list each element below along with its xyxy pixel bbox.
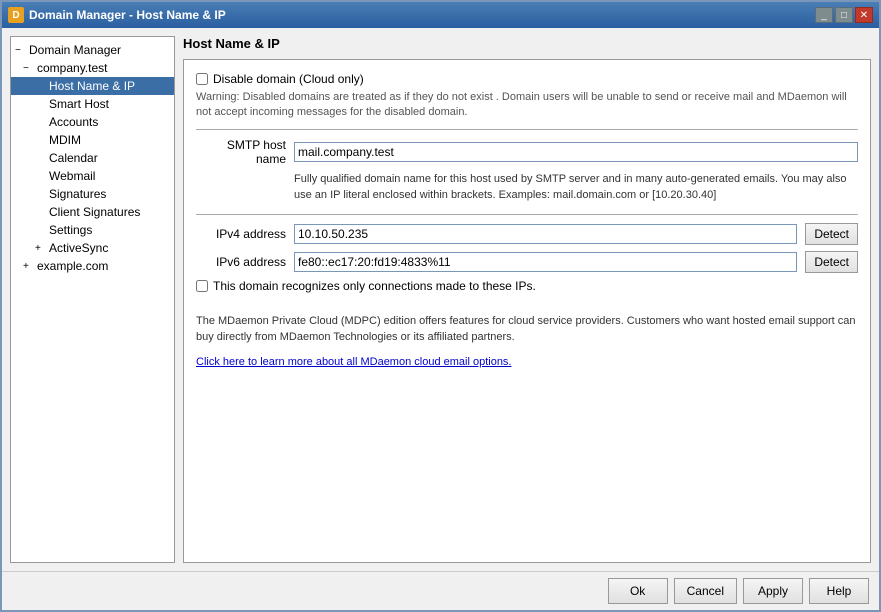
expander-icon: + (35, 243, 47, 254)
disable-domain-checkbox[interactable] (196, 73, 208, 85)
sidebar-label: company.test (37, 61, 107, 75)
smtp-host-input[interactable] (294, 142, 858, 162)
sidebar-tree: − Domain Manager − company.test Host Nam… (10, 36, 175, 563)
sidebar-label: Smart Host (49, 97, 109, 111)
bottom-bar: Ok Cancel Apply Help (2, 571, 879, 610)
expander-icon: + (23, 261, 35, 272)
sidebar-item-company-test[interactable]: − company.test (11, 59, 174, 77)
cloud-description-text: The MDaemon Private Cloud (MDPC) edition… (196, 313, 858, 346)
panel-title: Host Name & IP (183, 36, 871, 51)
expander-icon: − (15, 45, 27, 56)
ipv4-detect-button[interactable]: Detect (805, 223, 858, 245)
expander-icon (35, 225, 47, 236)
expander-icon (35, 81, 47, 92)
expander-icon (35, 171, 47, 182)
section-divider-1 (196, 129, 858, 130)
help-button[interactable]: Help (809, 578, 869, 604)
sidebar-label: Domain Manager (29, 43, 121, 57)
minimize-button[interactable]: _ (815, 7, 833, 23)
warning-text: Warning: Disabled domains are treated as… (196, 90, 858, 121)
content-area: − Domain Manager − company.test Host Nam… (2, 28, 879, 571)
sidebar-label: Webmail (49, 169, 95, 183)
sidebar-item-activesync[interactable]: + ActiveSync (11, 239, 174, 257)
sidebar-label: Signatures (49, 187, 106, 201)
sidebar-label: ActiveSync (49, 241, 108, 255)
sidebar-item-domain-manager[interactable]: − Domain Manager (11, 41, 174, 59)
expander-icon (35, 117, 47, 128)
expander-icon (35, 153, 47, 164)
section-divider-2 (196, 214, 858, 215)
cloud-link[interactable]: Click here to learn more about all MDaem… (196, 356, 512, 368)
sidebar-item-webmail[interactable]: Webmail (11, 167, 174, 185)
ipv6-detect-button[interactable]: Detect (805, 251, 858, 273)
sidebar-item-host-name-ip[interactable]: Host Name & IP (11, 77, 174, 95)
smtp-host-label: SMTP host name (196, 138, 286, 166)
disable-domain-row: Disable domain (Cloud only) (196, 72, 858, 86)
smtp-host-row: SMTP host name (196, 138, 858, 166)
sidebar-label: Host Name & IP (49, 79, 135, 93)
connect-only-label: This domain recognizes only connections … (213, 279, 536, 293)
sidebar-label: example.com (37, 259, 108, 273)
apply-button[interactable]: Apply (743, 578, 803, 604)
sidebar-item-smart-host[interactable]: Smart Host (11, 95, 174, 113)
title-bar: D Domain Manager - Host Name & IP _ □ ✕ (2, 2, 879, 28)
ok-button[interactable]: Ok (608, 578, 668, 604)
title-bar-left: D Domain Manager - Host Name & IP (8, 7, 226, 23)
disable-domain-label: Disable domain (Cloud only) (213, 72, 364, 86)
expander-icon: − (23, 63, 35, 74)
panel-content: Disable domain (Cloud only) Warning: Dis… (183, 59, 871, 563)
expander-icon (35, 99, 47, 110)
ipv4-row: IPv4 address Detect (196, 223, 858, 245)
sidebar-label: Accounts (49, 115, 98, 129)
close-button[interactable]: ✕ (855, 7, 873, 23)
sidebar-item-client-signatures[interactable]: Client Signatures (11, 203, 174, 221)
ipv6-input[interactable] (294, 252, 797, 272)
sidebar-item-settings[interactable]: Settings (11, 221, 174, 239)
expander-icon (35, 207, 47, 218)
expander-icon (35, 189, 47, 200)
sidebar-item-example-com[interactable]: + example.com (11, 257, 174, 275)
sidebar-label: Settings (49, 223, 92, 237)
sidebar-item-mdim[interactable]: MDIM (11, 131, 174, 149)
connect-only-checkbox[interactable] (196, 280, 208, 292)
ipv4-input[interactable] (294, 224, 797, 244)
sidebar-item-accounts[interactable]: Accounts (11, 113, 174, 131)
main-window: D Domain Manager - Host Name & IP _ □ ✕ … (0, 0, 881, 612)
maximize-button[interactable]: □ (835, 7, 853, 23)
smtp-info-text: Fully qualified domain name for this hos… (294, 172, 858, 204)
connect-only-row: This domain recognizes only connections … (196, 279, 858, 293)
ipv6-label: IPv6 address (196, 255, 286, 269)
sidebar-label: Client Signatures (49, 205, 140, 219)
window-controls: _ □ ✕ (815, 7, 873, 23)
expander-icon (35, 135, 47, 146)
window-title: Domain Manager - Host Name & IP (29, 8, 226, 22)
sidebar-label: MDIM (49, 133, 81, 147)
app-icon: D (8, 7, 24, 23)
ipv4-label: IPv4 address (196, 227, 286, 241)
ipv6-row: IPv6 address Detect (196, 251, 858, 273)
sidebar-label: Calendar (49, 151, 98, 165)
sidebar-item-signatures[interactable]: Signatures (11, 185, 174, 203)
sidebar-item-calendar[interactable]: Calendar (11, 149, 174, 167)
cancel-button[interactable]: Cancel (674, 578, 737, 604)
main-panel: Host Name & IP Disable domain (Cloud onl… (183, 36, 871, 563)
